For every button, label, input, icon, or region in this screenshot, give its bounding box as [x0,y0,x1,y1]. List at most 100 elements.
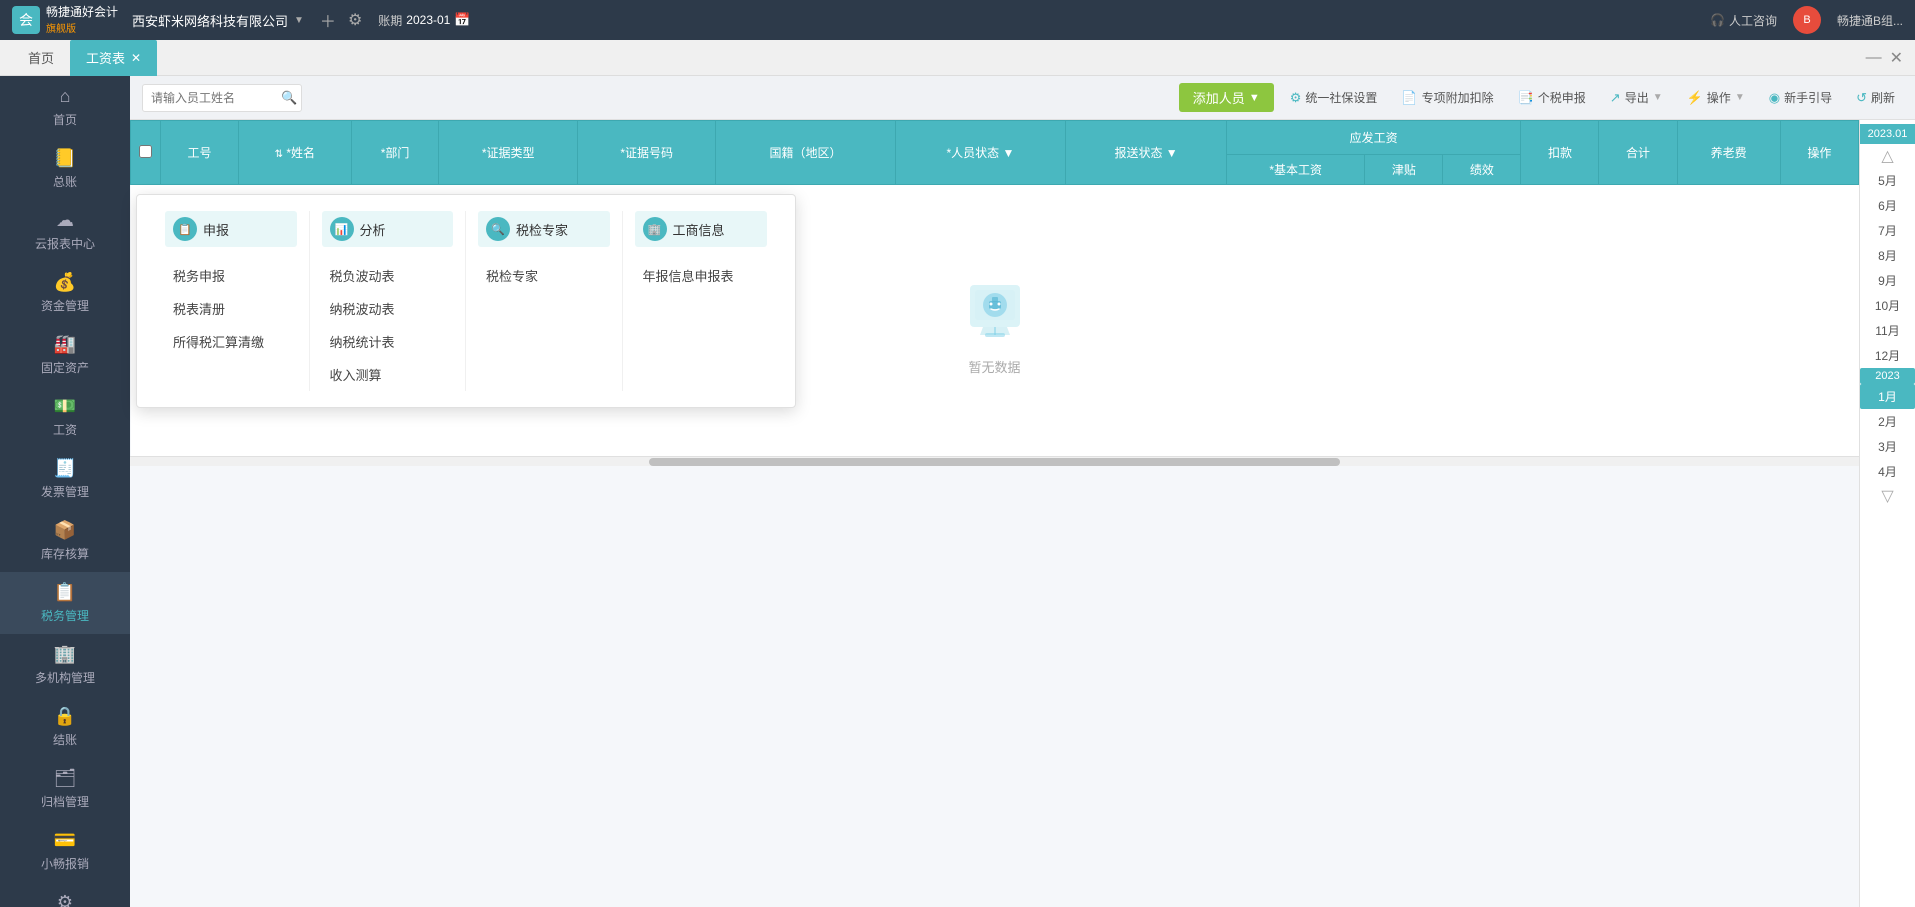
logo-area: 会 畅捷通好会计 旗舰版 [12,5,132,34]
refresh-button[interactable]: ↺ 刷新 [1848,85,1903,110]
analysis-header: 📊 分析 [322,211,454,247]
calendar-up-nav[interactable]: △ [1860,144,1915,168]
search-wrap: 🔍 [142,84,302,112]
th-id-type: *证据类型 [439,121,577,185]
header-actions: ＋ ⚙ [320,8,362,32]
cal-month-12[interactable]: 12月 [1860,343,1915,368]
dropdown-item-tax-stat[interactable]: 纳税统计表 [322,325,454,358]
add-company-button[interactable]: ＋ [320,8,336,32]
horizontal-scrollbar[interactable] [130,456,1859,466]
tax-dropdown-menu: 📋 申报 税务申报 税表清册 所得税汇算清缴 📊 分析 税负波动表 纳税波动表 … [136,194,796,408]
tab-home[interactable]: 首页 [12,40,70,76]
search-input[interactable] [151,91,281,105]
multi-icon: 🏢 [54,644,76,665]
cal-month-5[interactable]: 5月 [1860,168,1915,193]
avatar-initials: B [1803,14,1810,26]
operate-icon: ⚡ [1687,90,1703,106]
dropdown-item-tax-declaration[interactable]: 税务申报 [165,259,297,292]
dropdown-item-tax-burden[interactable]: 税负波动表 [322,259,454,292]
status-filter-icon[interactable]: ▼ [1002,146,1014,160]
social-insurance-label: 统一社保设置 [1305,89,1377,106]
cal-month-3[interactable]: 3月 [1860,434,1915,459]
add-person-button[interactable]: 添加人员 ▼ [1179,83,1274,112]
dropdown-item-tax-wave[interactable]: 纳税波动表 [322,292,454,325]
sidebar-item-archive[interactable]: 🗂 归档管理 [0,758,130,820]
period-label: 账期 [378,12,402,29]
cal-month-1[interactable]: 1月 [1860,384,1915,409]
period-value: 2023-01 [406,13,450,27]
fund-icon: 💰 [54,272,76,293]
sidebar-item-fund[interactable]: 💰 资金管理 [0,262,130,324]
cal-month-9[interactable]: 9月 [1860,268,1915,293]
cal-month-6[interactable]: 6月 [1860,193,1915,218]
sidebar-item-inventory[interactable]: 📦 库存核算 [0,510,130,572]
tax-return-label: 个税申报 [1538,89,1586,106]
business-header: 🏢 工商信息 [635,211,768,247]
dropdown-item-annual-report[interactable]: 年报信息申报表 [635,259,768,292]
dropdown-item-income-tax-settle[interactable]: 所得税汇算清缴 [165,325,297,358]
operate-button[interactable]: ⚡ 操作 ▼ [1679,85,1753,110]
dropdown-item-income-calc[interactable]: 收入测算 [322,358,454,391]
select-all-checkbox[interactable] [139,145,152,158]
cal-month-7[interactable]: 7月 [1860,218,1915,243]
shenbaо-header-icon: 📋 [173,217,197,241]
sidebar-item-tax[interactable]: 📋 税务管理 ◀ [0,572,130,634]
social-insurance-button[interactable]: ⚙ 统一社保设置 [1282,85,1386,110]
sidebar-item-fixed[interactable]: 🏭 固定资产 [0,324,130,386]
sidebar-item-ledger[interactable]: 📒 总账 [0,138,130,200]
window-close-icon[interactable]: ✕ [1890,48,1903,68]
cal-month-11[interactable]: 11月 [1860,318,1915,343]
cal-month-2[interactable]: 2月 [1860,409,1915,434]
empty-text: 暂无数据 [968,357,1020,376]
add-person-label: 添加人员 [1193,88,1245,107]
sidebar-item-multi[interactable]: 🏢 多机构管理 [0,634,130,696]
export-icon: ↗ [1610,90,1621,106]
th-status: *人员状态 ▼ [895,121,1066,185]
empty-illustration [955,265,1035,345]
tab-close-icon[interactable]: ✕ [131,51,141,65]
scrollbar-thumb[interactable] [649,458,1341,466]
sidebar-item-basic[interactable]: ⚙ 基础设置 [0,882,130,907]
company-selector[interactable]: 西安虾米网络科技有限公司 ▼ [132,11,304,30]
company-name: 西安虾米网络科技有限公司 [132,11,288,30]
sidebar-label-fund: 资金管理 [41,297,89,314]
sidebar-item-cloud[interactable]: ☁ 云报表中心 [0,200,130,262]
guide-button[interactable]: ◉ 新手引导 [1761,85,1840,110]
tabs-bar: 首页 工资表 ✕ — ✕ [0,40,1915,76]
sidebar-item-xiaochang[interactable]: 💳 小畅报销 [0,820,130,882]
special-deduction-icon: 📄 [1401,90,1417,106]
sidebar-item-invoice[interactable]: 🧾 发票管理 [0,448,130,510]
sidebar-item-home[interactable]: ⌂ 首页 [0,76,130,138]
export-button[interactable]: ↗ 导出 ▼ [1602,85,1671,110]
tax-expert-title: 税检专家 [516,220,568,239]
dropdown-item-tax-schedule[interactable]: 税表清册 [165,292,297,325]
refresh-label: 刷新 [1871,89,1895,106]
ledger-icon: 📒 [54,148,76,169]
cal-month-8[interactable]: 8月 [1860,243,1915,268]
cal-month-10[interactable]: 10月 [1860,293,1915,318]
dropdown-item-tax-expert[interactable]: 税检专家 [478,259,610,292]
tab-salary[interactable]: 工资表 ✕ [70,40,157,76]
business-icon: 🏢 [648,223,662,236]
app-logo-icon: 会 [12,6,40,34]
support-button[interactable]: 🎧 人工咨询 [1710,12,1777,29]
sidebar-item-salary[interactable]: 💵 工资 [0,386,130,448]
window-minimize-icon[interactable]: — [1866,49,1882,67]
cal-month-4[interactable]: 4月 [1860,459,1915,484]
th-total: 合计 [1599,121,1677,185]
calendar-icon[interactable]: 📅 [454,12,470,28]
report-filter-icon[interactable]: ▼ [1166,146,1178,160]
sidebar-label-fixed: 固定资产 [41,359,89,376]
sidebar-item-close[interactable]: 🔒 结账 [0,696,130,758]
settings-icon-button[interactable]: ⚙ [348,10,362,30]
operate-label: 操作 [1707,89,1731,106]
special-deduction-button[interactable]: 📄 专项附加扣除 [1393,85,1501,110]
calendar-down-nav[interactable]: ▽ [1860,484,1915,508]
home-icon: ⌂ [60,86,71,107]
tax-return-button[interactable]: 📑 个税申报 [1510,85,1594,110]
th-deduction: 扣款 [1521,121,1599,185]
user-name[interactable]: 畅捷通B组... [1837,12,1903,29]
th-performance: 绩效 [1443,155,1521,185]
company-dropdown-icon: ▼ [294,15,304,26]
inventory-icon: 📦 [54,520,76,541]
